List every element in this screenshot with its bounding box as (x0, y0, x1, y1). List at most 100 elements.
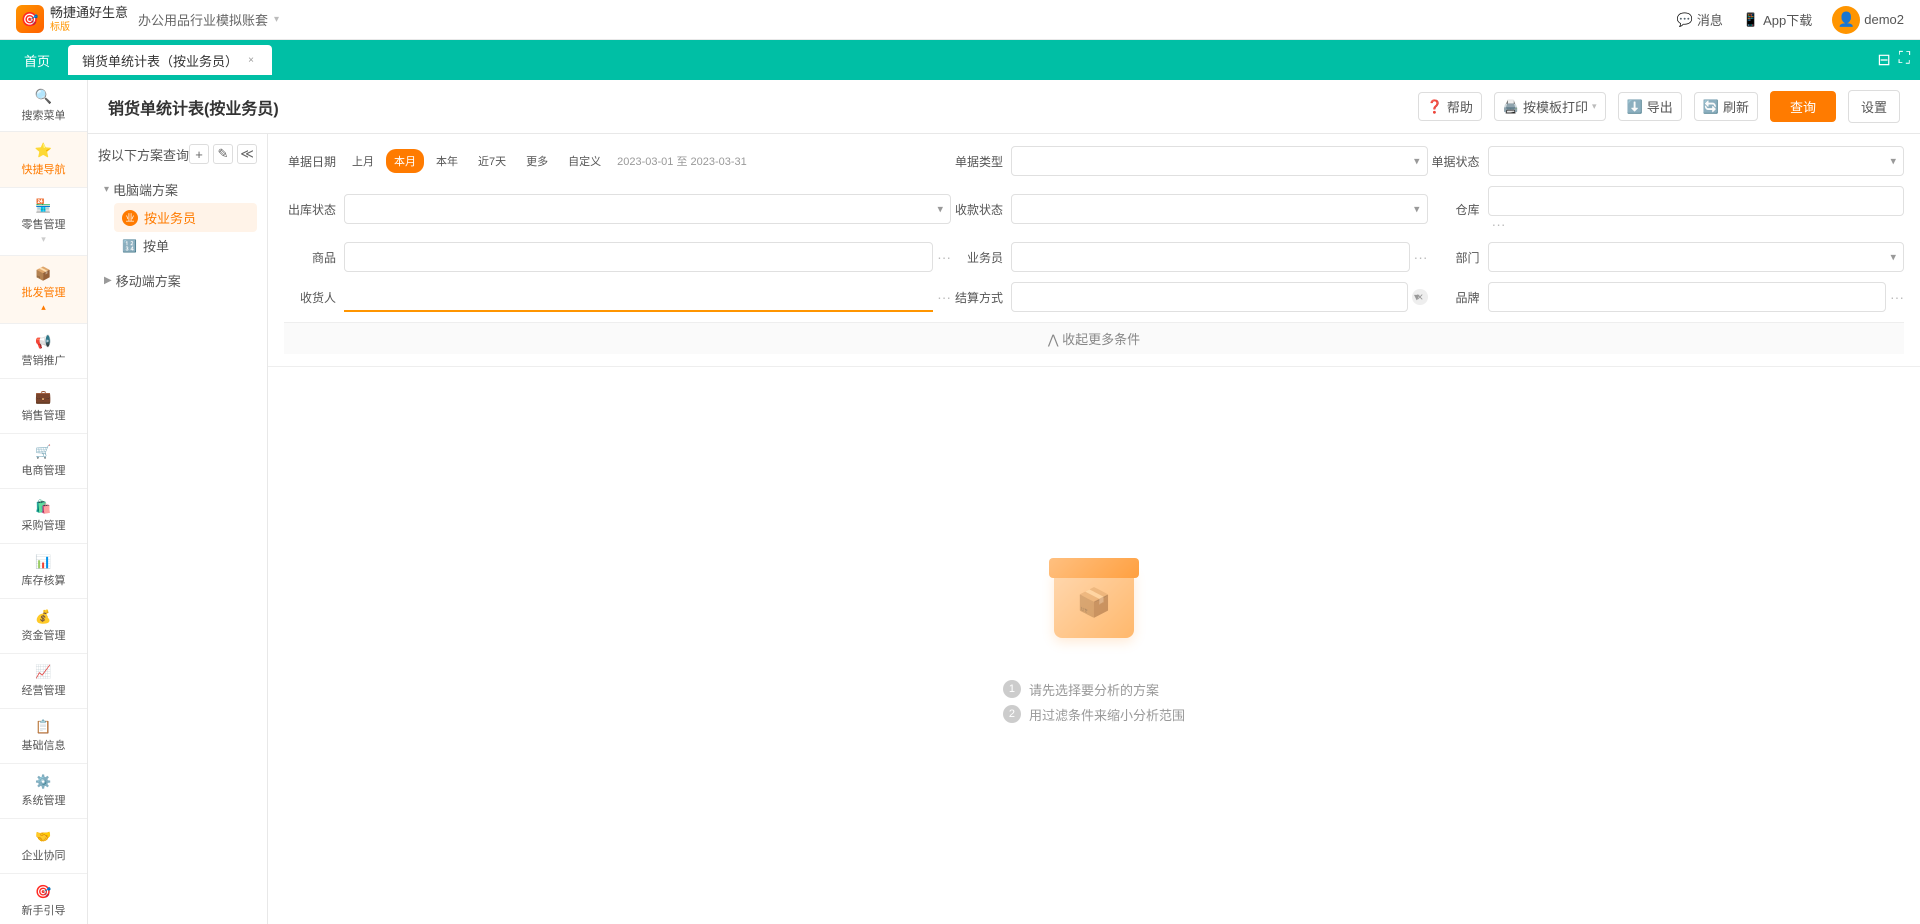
goods-dots[interactable]: ··· (937, 249, 951, 265)
template-print-button[interactable]: 🖨️ 按模板打印 ▾ (1494, 92, 1606, 121)
export-icon: ⬇️ (1627, 99, 1643, 115)
tab-home[interactable]: 首页 (10, 45, 64, 75)
tab-bar-right: ⊟ ⛶ (1877, 50, 1910, 70)
brand-input[interactable] (1488, 282, 1886, 312)
doc-type-select[interactable] (1011, 146, 1427, 176)
quick-nav-label: 快捷导航 (22, 161, 66, 177)
sidebar-search[interactable]: 🔍 搜索菜单 (0, 80, 87, 132)
cooperation-icon: 🤝 (35, 829, 51, 845)
settlement-select[interactable] (1011, 282, 1408, 312)
date-tab-last-month[interactable]: 上月 (344, 149, 382, 173)
sidebar-item-marketing[interactable]: 📢 营销推广 (0, 324, 87, 379)
filter-warehouse: 仓库 ··· (1428, 186, 1904, 232)
date-tab-this-year[interactable]: 本年 (428, 149, 466, 173)
logo-line2: 标版 (50, 21, 128, 34)
consignee-input[interactable] (344, 282, 933, 312)
query-button[interactable]: 查询 (1770, 91, 1836, 122)
marketing-label: 营销推广 (22, 352, 66, 368)
consignee-dots[interactable]: ··· (937, 289, 951, 305)
empty-box-icon: 📦 (1077, 586, 1112, 619)
empty-box: 📦 (1054, 568, 1134, 638)
breadcrumb[interactable]: 办公用品行业模拟账套 ▾ (138, 10, 279, 29)
tab-bar: 首页 销货单统计表（按业务员） × ⊟ ⛶ (0, 40, 1920, 80)
left-panel: 按以下方案查询 + ✎ ≪ (88, 134, 268, 924)
date-tabs: 上月 本月 本年 近7天 更多 自定义 (344, 149, 609, 173)
salesperson-input[interactable] (1011, 242, 1409, 272)
tab-home-label: 首页 (24, 51, 50, 70)
date-tab-custom[interactable]: 自定义 (560, 149, 609, 173)
sidebar-item-cooperation[interactable]: 🤝 企业协同 (0, 819, 87, 874)
salesperson-dots[interactable]: ··· (1414, 249, 1428, 265)
sidebar-item-ecommerce[interactable]: 🛒 电商管理 (0, 434, 87, 489)
sidebar-item-retail[interactable]: 🏪 零售管理 ▾ (0, 188, 87, 256)
export-button[interactable]: ⬇️ 导出 (1618, 92, 1682, 121)
tree-child-salesperson[interactable]: 业 按业务员 (114, 203, 257, 232)
goods-input[interactable] (344, 242, 933, 272)
purchase-label: 采购管理 (22, 517, 66, 533)
consignee-control: ··· (344, 282, 951, 312)
sidebar-quick-nav[interactable]: ⭐ 快捷导航 (0, 132, 87, 188)
sidebar-item-inventory[interactable]: 📊 库存核算 (0, 544, 87, 599)
sidebar-item-basic-info[interactable]: 📋 基础信息 (0, 709, 87, 764)
newbie-icon: 🎯 (35, 884, 51, 900)
add-scheme-button[interactable]: + (189, 144, 209, 164)
retail-label: 零售管理 (22, 216, 66, 232)
app-download-button[interactable]: 📱 App下载 (1743, 10, 1812, 29)
collapse-conditions-button[interactable]: ⋀ 收起更多条件 (284, 322, 1904, 354)
minimize-icon[interactable]: ⊟ (1877, 50, 1890, 70)
brand-dots[interactable]: ··· (1890, 289, 1904, 305)
content-area: 销货单统计表(按业务员) ❓ 帮助 🖨️ 按模板打印 ▾ ⬇️ 导出 🔄 刷 (88, 80, 1920, 924)
collapse-arrow-icon: ⋀ (1048, 332, 1062, 347)
sidebar-item-operations[interactable]: 📈 经营管理 (0, 654, 87, 709)
date-tab-7days[interactable]: 近7天 (470, 149, 514, 173)
desktop-tree-parent[interactable]: ▾ 电脑端方案 (98, 176, 257, 203)
sidebar-item-wholesale[interactable]: 📦 批发管理 ▴ (0, 256, 87, 324)
payment-status-label: 收款状态 (951, 201, 1011, 218)
payment-status-select[interactable] (1011, 194, 1427, 224)
settlement-clear-icon[interactable]: × (1412, 289, 1427, 305)
hint-text-1: 请先选择要分析的方案 (1029, 680, 1159, 699)
help-button[interactable]: ❓ 帮助 (1418, 92, 1482, 121)
doc-type-control (1011, 146, 1427, 176)
sidebar-item-finance[interactable]: 💰 资金管理 (0, 599, 87, 654)
maximize-icon[interactable]: ⛶ (1899, 50, 1910, 70)
edit-scheme-button[interactable]: ✎ (213, 144, 233, 164)
main-layout: 🔍 搜索菜单 ⭐ 快捷导航 🏪 零售管理 ▾ 📦 批发管理 ▴ 📢 营销推广 💼… (0, 80, 1920, 924)
sidebar-item-sales[interactable]: 💼 销售管理 (0, 379, 87, 434)
page-header: 销货单统计表(按业务员) ❓ 帮助 🖨️ 按模板打印 ▾ ⬇️ 导出 🔄 刷 (88, 80, 1920, 134)
operations-label: 经营管理 (22, 682, 66, 698)
mobile-tree-label: 移动端方案 (116, 271, 181, 290)
search-icon: 🔍 (35, 88, 52, 105)
setting-button[interactable]: 设置 (1848, 90, 1900, 123)
date-tab-more[interactable]: 更多 (518, 149, 556, 173)
tab-close-icon[interactable]: × (244, 53, 258, 67)
doc-status-select[interactable] (1488, 146, 1904, 176)
username-label: demo2 (1864, 12, 1904, 27)
sidebar-item-newbie[interactable]: 🎯 新手引导 (0, 874, 87, 924)
purchase-icon: 🛍️ (35, 499, 51, 515)
refresh-button[interactable]: 🔄 刷新 (1694, 92, 1758, 121)
mobile-tree-parent[interactable]: ▶ 移动端方案 (98, 267, 257, 294)
sidebar-item-system[interactable]: ⚙️ 系统管理 (0, 764, 87, 819)
warehouse-dots[interactable]: ··· (1492, 216, 1506, 232)
filter-date: 单据日期 上月 本月 本年 近7天 更多 自定义 20 (284, 149, 951, 173)
filter-row-4: 收货人 ··· 结算方式 × (284, 282, 1904, 312)
goods-control: ··· (344, 242, 951, 272)
department-select[interactable] (1488, 242, 1904, 272)
stock-status-select[interactable] (344, 194, 951, 224)
message-label: 消息 (1697, 10, 1723, 29)
message-icon: 💬 (1677, 12, 1693, 28)
warehouse-input[interactable] (1488, 186, 1904, 216)
export-label: 导出 (1647, 97, 1673, 116)
tree-sub-order[interactable]: 🔢 按单 (114, 232, 257, 259)
sidebar-item-purchase[interactable]: 🛍️ 采购管理 (0, 489, 87, 544)
tab-sales-stat[interactable]: 销货单统计表（按业务员） × (68, 45, 272, 75)
filter-department: 部门 (1428, 242, 1904, 272)
filter-brand: 品牌 ··· (1428, 282, 1904, 312)
message-button[interactable]: 💬 消息 (1677, 10, 1723, 29)
collapse-panel-button[interactable]: ≪ (237, 144, 257, 164)
date-label: 单据日期 (284, 153, 344, 170)
date-tab-this-month[interactable]: 本月 (386, 149, 424, 173)
stock-status-control (344, 194, 951, 224)
user-profile[interactable]: 👤 demo2 (1832, 6, 1904, 34)
